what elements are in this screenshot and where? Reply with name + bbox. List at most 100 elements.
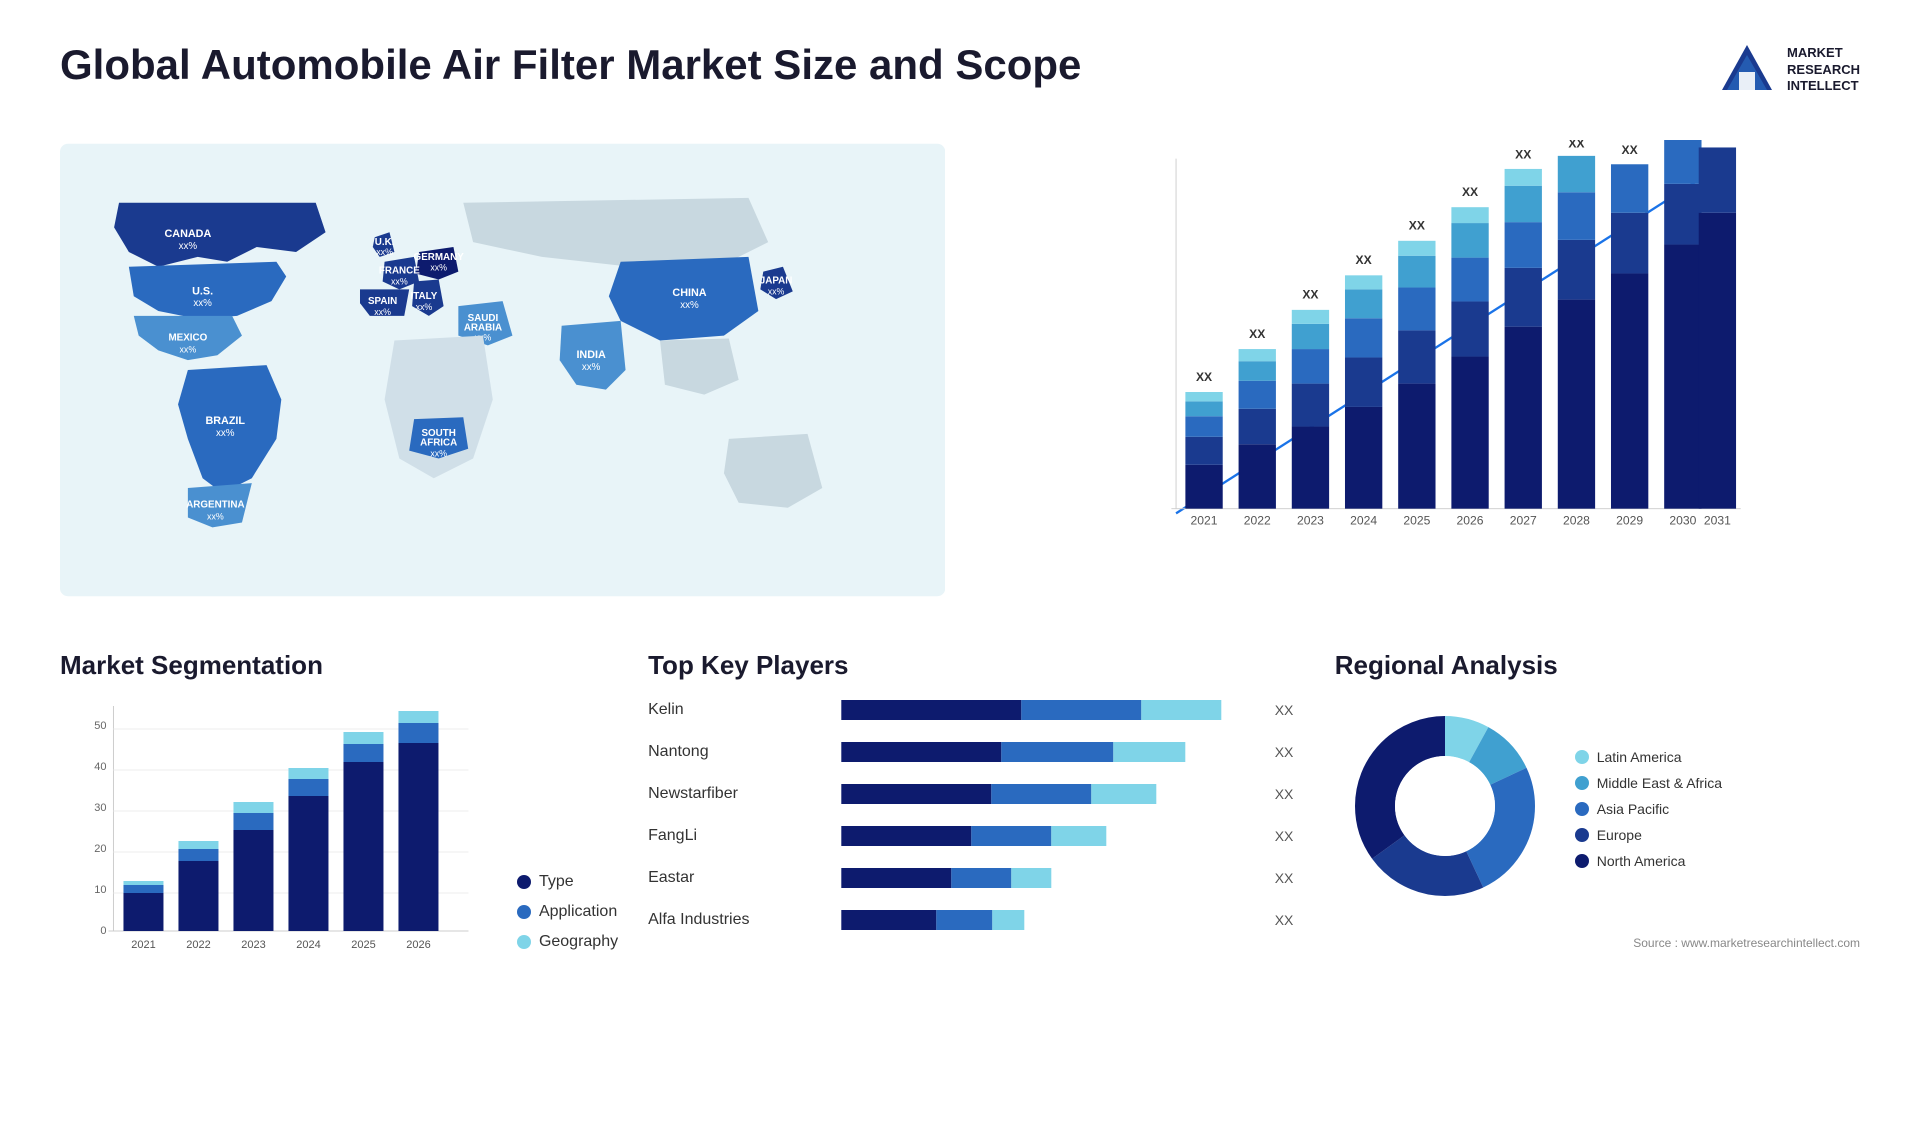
player-name-alfa: Alfa Industries [648, 911, 808, 929]
mexico-label: MEXICO [168, 332, 207, 343]
svg-text:XX: XX [1409, 219, 1425, 233]
japan-label: JAPAN [760, 275, 793, 286]
germany-label: GERMANY [414, 252, 465, 263]
logo-area: MARKET RESEARCH INTELLECT [1717, 40, 1860, 100]
player-row-newstarfiber: Newstarfiber XX [648, 780, 1305, 808]
legend-application: Application [517, 903, 618, 921]
svg-text:2031: 2031 [1704, 514, 1731, 528]
svg-text:2023: 2023 [1297, 514, 1324, 528]
svg-text:xx%: xx% [180, 344, 197, 354]
page-title: Global Automobile Air Filter Market Size… [60, 40, 1081, 90]
legend-type: Type [517, 873, 618, 891]
player-bar-newstarfiber [820, 780, 1263, 808]
players-list: Kelin XX Nantong [648, 696, 1305, 934]
svg-text:2028: 2028 [1563, 514, 1590, 528]
regional-section: Regional Analysis [1335, 650, 1860, 950]
bar-2021-label: XX [1196, 370, 1212, 384]
svg-text:xx%: xx% [179, 241, 198, 252]
legend-app-label: Application [539, 903, 617, 921]
brazil-label: BRAZIL [205, 415, 245, 427]
legend-geo-dot [517, 935, 531, 949]
regional-title: Regional Analysis [1335, 650, 1860, 681]
bar-2021-seg5 [1186, 392, 1223, 401]
svg-text:2025: 2025 [351, 939, 375, 951]
players-title: Top Key Players [648, 650, 1305, 681]
world-map-container: CANADA xx% U.S. xx% MEXICO xx% BRAZIL xx… [60, 130, 945, 610]
player-bar-nantong [820, 738, 1263, 766]
svg-text:XX: XX [1249, 327, 1265, 341]
player-name-kelin: Kelin [648, 701, 808, 719]
svg-text:2026: 2026 [406, 939, 430, 951]
bar-2021-seg2 [1186, 437, 1223, 465]
svg-text:XX: XX [1462, 185, 1478, 199]
player-xx-nantong: XX [1275, 744, 1305, 760]
svg-text:AFRICA: AFRICA [420, 438, 457, 449]
svg-text:XX: XX [1569, 140, 1585, 150]
top-section: CANADA xx% U.S. xx% MEXICO xx% BRAZIL xx… [60, 130, 1860, 610]
year-2021: 2021 [1191, 514, 1218, 528]
legend-ap-dot [1575, 802, 1589, 816]
player-xx-alfa: XX [1275, 912, 1305, 928]
donut-chart-svg [1335, 696, 1555, 916]
player-xx-fangli: XX [1275, 828, 1305, 844]
us-label: U.S. [192, 285, 213, 297]
svg-text:2024: 2024 [1350, 514, 1377, 528]
players-section: Top Key Players Kelin XX Nantong [648, 650, 1305, 934]
svg-text:XX: XX [1515, 148, 1531, 162]
svg-text:xx%: xx% [680, 300, 699, 311]
segmentation-title: Market Segmentation [60, 650, 618, 681]
legend-na-label: North America [1597, 853, 1686, 869]
svg-text:50: 50 [94, 720, 106, 732]
player-name-fangli: FangLi [648, 827, 808, 845]
svg-text:xx%: xx% [193, 298, 212, 309]
svg-text:2030: 2030 [1670, 514, 1697, 528]
legend-na-dot [1575, 854, 1589, 868]
segmentation-section: Market Segmentation 0 10 20 30 40 5 [60, 650, 618, 981]
svg-text:30: 30 [94, 802, 106, 814]
svg-text:2022: 2022 [186, 939, 210, 951]
player-bar-alfa [820, 906, 1263, 934]
svg-text:xx%: xx% [216, 428, 235, 439]
legend-eu-label: Europe [1597, 827, 1642, 843]
player-name-newstarfiber: Newstarfiber [648, 785, 808, 803]
svg-text:10: 10 [94, 884, 106, 896]
svg-text:2024: 2024 [296, 939, 320, 951]
header: Global Automobile Air Filter Market Size… [60, 40, 1860, 100]
svg-text:xx%: xx% [391, 276, 408, 286]
donut-center [1395, 756, 1495, 856]
spain-label: SPAIN [368, 296, 397, 307]
player-bar-fangli [820, 822, 1263, 850]
svg-text:XX: XX [1622, 143, 1638, 157]
player-row-kelin: Kelin XX [648, 696, 1305, 724]
svg-text:40: 40 [94, 761, 106, 773]
svg-text:XX: XX [1356, 253, 1372, 267]
legend-latin-america: Latin America [1575, 749, 1722, 765]
player-row-nantong: Nantong XX [648, 738, 1305, 766]
svg-text:xx%: xx% [430, 449, 447, 459]
player-name-eastar: Eastar [648, 869, 808, 887]
svg-text:2027: 2027 [1510, 514, 1537, 528]
svg-text:2021: 2021 [131, 939, 155, 951]
canada-label: CANADA [164, 228, 211, 240]
legend-geography: Geography [517, 933, 618, 951]
svg-text:0: 0 [100, 925, 106, 937]
page-wrapper: Global Automobile Air Filter Market Size… [0, 0, 1920, 1146]
svg-text:xx%: xx% [582, 362, 601, 373]
svg-text:2026: 2026 [1457, 514, 1484, 528]
player-row-fangli: FangLi XX [648, 822, 1305, 850]
regional-content: Latin America Middle East & Africa Asia … [1335, 696, 1860, 921]
svg-text:2025: 2025 [1404, 514, 1431, 528]
france-label: FRANCE [379, 266, 420, 277]
seg-legend: Type Application Geography [517, 873, 618, 981]
legend-mea-label: Middle East & Africa [1597, 775, 1722, 791]
legend-type-label: Type [539, 873, 574, 891]
legend-mea-dot [1575, 776, 1589, 790]
svg-text:xx%: xx% [374, 307, 391, 317]
player-xx-eastar: XX [1275, 870, 1305, 886]
legend-europe: Europe [1575, 827, 1722, 843]
legend-type-dot [517, 875, 531, 889]
player-bar-kelin [820, 696, 1263, 724]
legend-ap-label: Asia Pacific [1597, 801, 1669, 817]
player-bar-eastar [820, 864, 1263, 892]
svg-text:2023: 2023 [241, 939, 265, 951]
